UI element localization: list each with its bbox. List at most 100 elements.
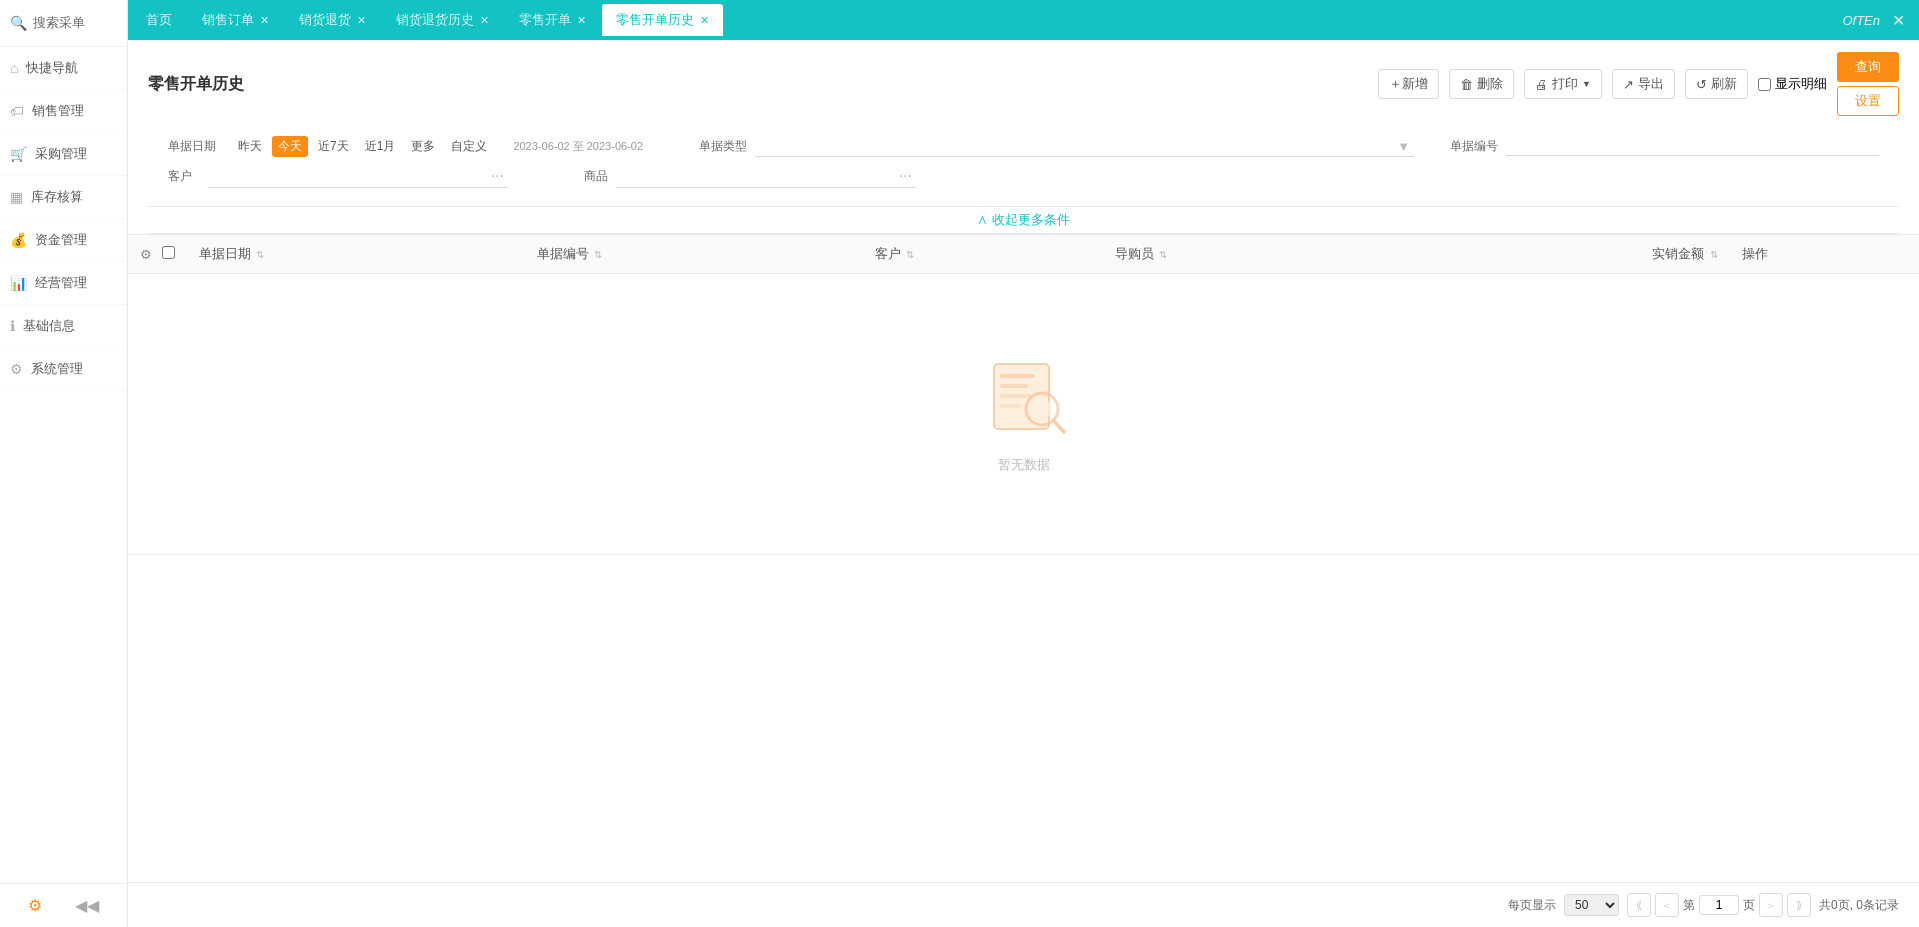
sidebar-item-label: 基础信息 bbox=[23, 317, 75, 335]
sidebar-item-quicknav[interactable]: ⌂ 快捷导航 bbox=[0, 47, 127, 90]
per-page-select[interactable]: 50 10 20 100 bbox=[1564, 894, 1619, 916]
date-filter-label: 单据日期 bbox=[168, 138, 216, 155]
empty-state: 暂无数据 bbox=[128, 274, 1919, 554]
customer-input[interactable] bbox=[212, 169, 491, 183]
display-detail-checkbox[interactable]: 显示明细 bbox=[1758, 75, 1827, 93]
tab-retail-history[interactable]: 零售开单历史 ✕ bbox=[602, 4, 723, 36]
search-label: 搜索采单 bbox=[33, 14, 85, 32]
date-7days[interactable]: 近7天 bbox=[312, 136, 355, 157]
sidebar-item-management[interactable]: 📊 经营管理 bbox=[0, 262, 127, 305]
tab-close-sales-return[interactable]: ✕ bbox=[357, 14, 366, 27]
collapse-icon[interactable]: ◀◀ bbox=[75, 896, 99, 915]
info-icon: ℹ bbox=[10, 318, 15, 334]
goods-input-wrap: ··· bbox=[616, 165, 916, 188]
cart-icon: 🛒 bbox=[10, 146, 27, 162]
tab-sales-return[interactable]: 销货退货 ✕ bbox=[285, 4, 380, 36]
date-more[interactable]: 更多 bbox=[405, 136, 441, 157]
empty-illustration bbox=[974, 354, 1074, 444]
refresh-icon: ↺ bbox=[1696, 77, 1707, 92]
tab-retail-order[interactable]: 零售开单 ✕ bbox=[505, 4, 600, 36]
delete-icon: 🗑 bbox=[1460, 77, 1473, 92]
date-1month[interactable]: 近1月 bbox=[359, 136, 402, 157]
delete-button[interactable]: 🗑 删除 bbox=[1449, 69, 1514, 99]
gear-icon[interactable]: ⚙ bbox=[28, 896, 42, 915]
sidebar-item-purchase[interactable]: 🛒 采购管理 bbox=[0, 133, 127, 176]
export-button[interactable]: ↗ 导出 bbox=[1612, 69, 1675, 99]
total-info: 共0页, 0条记录 bbox=[1819, 897, 1899, 914]
doc-type-select[interactable]: ▼ bbox=[755, 137, 1414, 157]
sidebar: 🔍 搜索采单 ⌂ 快捷导航 🏷 销售管理 🛒 采购管理 ▦ 库存核算 💰 资金管… bbox=[0, 0, 128, 927]
goods-dots-icon[interactable]: ··· bbox=[899, 167, 912, 185]
setting-button[interactable]: 设置 bbox=[1837, 86, 1899, 116]
sidebar-item-system[interactable]: ⚙ 系统管理 bbox=[0, 348, 127, 391]
page-input[interactable] bbox=[1699, 895, 1739, 915]
prev-page-btn[interactable]: ＜ bbox=[1655, 893, 1679, 917]
empty-svg bbox=[974, 354, 1074, 444]
customer-label: 客户 bbox=[168, 168, 192, 185]
sidebar-item-label: 采购管理 bbox=[35, 145, 87, 163]
print-icon: 🖨 bbox=[1535, 77, 1548, 92]
chart-icon: 📊 bbox=[10, 275, 27, 291]
doc-no-input[interactable] bbox=[1510, 139, 1875, 153]
settings-icon[interactable]: ⚙ bbox=[140, 247, 152, 262]
doc-no-input-wrap bbox=[1506, 137, 1879, 156]
window-close-icon[interactable]: ✕ bbox=[1892, 11, 1905, 30]
display-detail-input[interactable] bbox=[1758, 78, 1771, 91]
refresh-button[interactable]: ↺ 刷新 bbox=[1685, 69, 1748, 99]
tab-home[interactable]: 首页 bbox=[132, 4, 186, 36]
sidebar-bottom: ⚙ ◀◀ bbox=[0, 883, 127, 927]
select-all-checkbox[interactable] bbox=[162, 246, 175, 259]
often-label: OfTEn bbox=[1842, 13, 1880, 28]
customer-dots-icon[interactable]: ··· bbox=[491, 167, 504, 185]
add-icon: ＋ bbox=[1389, 75, 1402, 93]
svg-point-6 bbox=[1032, 399, 1052, 419]
tag-icon: 🏷 bbox=[10, 103, 24, 119]
sort-date-icon[interactable]: ⇅ bbox=[256, 249, 264, 260]
svg-rect-4 bbox=[1000, 404, 1020, 408]
content-area: 零售开单历史 ＋ 新增 🗑 删除 🖨 打印 ▼ bbox=[128, 40, 1919, 927]
collapse-bar[interactable]: ∧ 收起更多条件 bbox=[148, 207, 1899, 234]
tab-close-sales-return-history[interactable]: ✕ bbox=[480, 14, 489, 27]
sidebar-item-label: 库存核算 bbox=[31, 188, 83, 206]
next-page-btn[interactable]: ＞ bbox=[1759, 893, 1783, 917]
money-icon: 💰 bbox=[10, 232, 27, 248]
date-custom[interactable]: 自定义 bbox=[445, 136, 493, 157]
sort-amount-icon[interactable]: ⇅ bbox=[1710, 249, 1718, 260]
database-icon: ▦ bbox=[10, 189, 23, 205]
sidebar-item-label: 快捷导航 bbox=[26, 59, 78, 77]
system-icon: ⚙ bbox=[10, 361, 23, 377]
sort-guide-icon[interactable]: ⇅ bbox=[1159, 249, 1167, 260]
sidebar-item-finance[interactable]: 💰 资金管理 bbox=[0, 219, 127, 262]
col-docno: 单据编号 ⇅ bbox=[525, 235, 863, 274]
doc-type-label: 单据类型 bbox=[699, 138, 747, 155]
pagination-bar: 每页显示 50 10 20 100 ⟪ ＜ 第 页 ＞ ⟫ 共0页, 0条记录 bbox=[128, 882, 1919, 927]
filter-section: 单据日期 昨天 今天 近7天 近1月 更多 自定义 2023-06-02 至 2… bbox=[148, 126, 1899, 207]
sort-docno-icon[interactable]: ⇅ bbox=[594, 249, 602, 260]
tab-close-sales-order[interactable]: ✕ bbox=[260, 14, 269, 27]
data-table: ⚙ 单据日期 ⇅ 单据编号 ⇅ 客户 bbox=[128, 235, 1919, 555]
tab-sales-return-history[interactable]: 销货退货历史 ✕ bbox=[382, 4, 503, 36]
svg-rect-1 bbox=[1000, 374, 1035, 378]
sidebar-item-label: 经营管理 bbox=[35, 274, 87, 292]
search-menu[interactable]: 🔍 搜索采单 bbox=[0, 0, 127, 47]
query-button[interactable]: 查询 bbox=[1837, 52, 1899, 82]
tab-close-retail-history[interactable]: ✕ bbox=[700, 14, 709, 27]
date-yesterday[interactable]: 昨天 bbox=[232, 136, 268, 157]
sidebar-item-sales[interactable]: 🏷 销售管理 bbox=[0, 90, 127, 133]
tab-close-retail-order[interactable]: ✕ bbox=[577, 14, 586, 27]
sidebar-item-inventory[interactable]: ▦ 库存核算 bbox=[0, 176, 127, 219]
last-page-btn[interactable]: ⟫ bbox=[1787, 893, 1811, 917]
page-end-label: 页 bbox=[1743, 897, 1755, 914]
tab-bar-right: OfTEn ✕ bbox=[1842, 11, 1915, 30]
tab-bar: 首页 销售订单 ✕ 销货退货 ✕ 销货退货历史 ✕ 零售开单 ✕ 零售开单历史 … bbox=[128, 0, 1919, 40]
tab-sales-order[interactable]: 销售订单 ✕ bbox=[188, 4, 283, 36]
first-page-btn[interactable]: ⟪ bbox=[1627, 893, 1651, 917]
goods-input[interactable] bbox=[620, 169, 899, 183]
goods-label: 商品 bbox=[584, 168, 608, 185]
svg-rect-2 bbox=[1000, 384, 1028, 388]
sort-customer-icon[interactable]: ⇅ bbox=[906, 249, 914, 260]
add-button[interactable]: ＋ 新增 bbox=[1378, 69, 1439, 99]
date-today[interactable]: 今天 bbox=[272, 136, 308, 157]
sidebar-item-basicinfo[interactable]: ℹ 基础信息 bbox=[0, 305, 127, 348]
print-button[interactable]: 🖨 打印 ▼ bbox=[1524, 69, 1602, 99]
